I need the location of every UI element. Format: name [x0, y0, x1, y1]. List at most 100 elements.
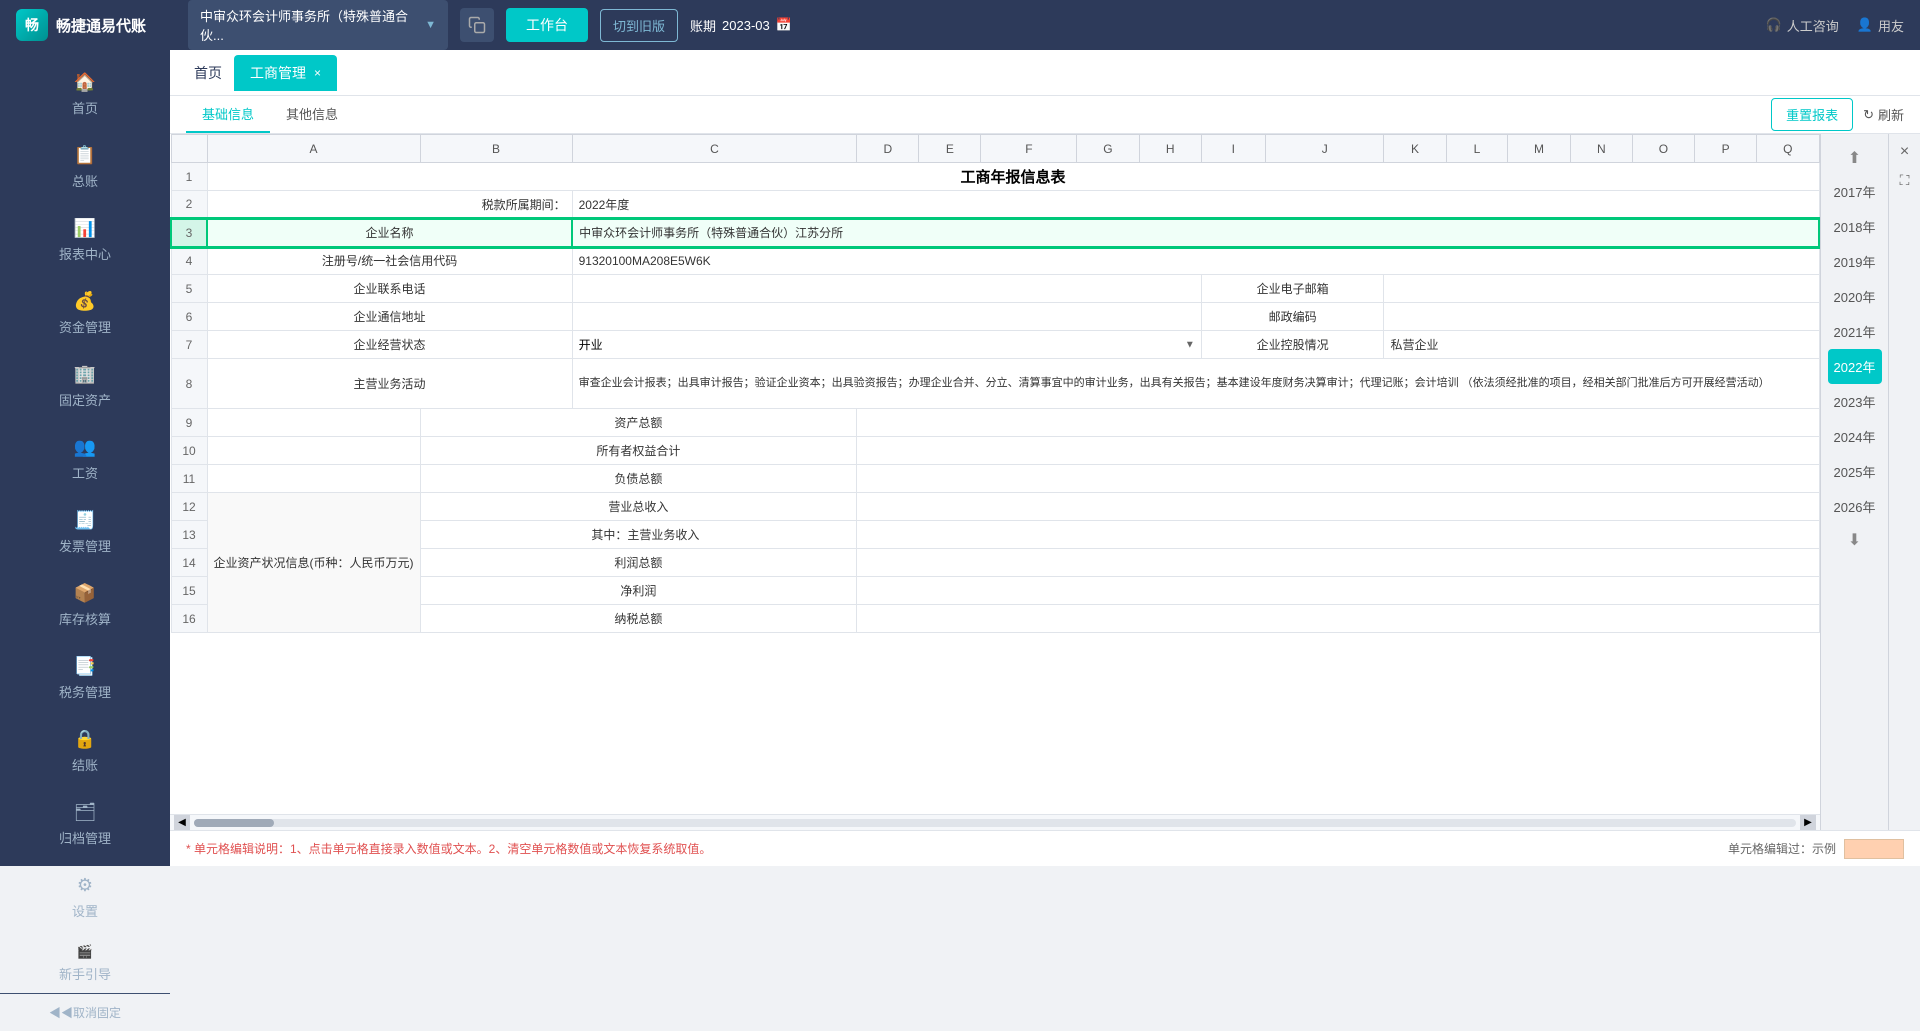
year-item-2019[interactable]: 2019年	[1828, 244, 1882, 279]
cell-8-business[interactable]: 审查企业会计报表；出具审计报告；验证企业资本；出具验资报告；办理企业合并、分立、…	[572, 359, 1819, 409]
sidebar-label-fixed-assets: 固定资产	[59, 390, 111, 409]
cell-7-control[interactable]: 私营企业	[1384, 331, 1819, 359]
scroll-right-button[interactable]: ▶	[1800, 815, 1816, 831]
cell-7-status[interactable]: 开业 ▼	[572, 331, 1201, 359]
user-area[interactable]: 👤 用友	[1857, 16, 1904, 35]
col-header-C[interactable]: C	[572, 135, 857, 163]
cell-3-value[interactable]: 中审众环会计师事务所（特殊普通合伙）江苏分所	[572, 219, 1819, 247]
year-panel-inner: ⬆ 2017年 2018年 2019年 2020年 2021年 2022年 20…	[1821, 134, 1888, 830]
cancel-fixed-button[interactable]: ◀◀取消固定	[0, 993, 170, 1031]
sub-tab-other-info[interactable]: 其他信息	[270, 96, 354, 133]
bottom-scrollbar[interactable]: ◀ ▶	[170, 814, 1820, 830]
workbench-button[interactable]: 工作台	[506, 8, 588, 42]
refresh-button[interactable]: ↻ 刷新	[1863, 105, 1904, 124]
sub-tab-basic-info[interactable]: 基础信息	[186, 96, 270, 133]
year-nav-up-button[interactable]: ⬆	[1828, 142, 1882, 174]
year-item-2024[interactable]: 2024年	[1828, 419, 1882, 454]
table-row: 8 主营业务活动 审查企业会计报表；出具审计报告；验证企业资本；出具验资报告；办…	[171, 359, 1819, 409]
calendar-icon[interactable]: 📅	[776, 17, 792, 33]
cell-12-value[interactable]	[857, 493, 1819, 521]
year-item-2017[interactable]: 2017年	[1828, 174, 1882, 209]
reset-report-button[interactable]: 重置报表	[1771, 98, 1853, 131]
sidebar-item-fixed-assets[interactable]: 🏢 固定资产	[0, 350, 170, 423]
cell-4-value[interactable]: 91320100MA208E5W6K	[572, 247, 1819, 275]
col-header-O[interactable]: O	[1632, 135, 1694, 163]
cell-6-postcode[interactable]	[1384, 303, 1819, 331]
sidebar-item-archive[interactable]: 🗂 归档管理	[0, 788, 170, 861]
cell-9-a	[207, 409, 420, 437]
close-window-button[interactable]: ×	[1893, 140, 1917, 164]
col-header-I[interactable]: I	[1201, 135, 1265, 163]
expand-window-button[interactable]: ⛶	[1893, 168, 1917, 192]
cell-2-value[interactable]: 2022年度	[572, 191, 1819, 219]
col-header-N[interactable]: N	[1570, 135, 1632, 163]
cell-6-label1: 企业通信地址	[207, 303, 572, 331]
col-header-P[interactable]: P	[1695, 135, 1757, 163]
col-header-L[interactable]: L	[1446, 135, 1508, 163]
sidebar-label-closing: 结账	[72, 755, 98, 774]
year-item-2025[interactable]: 2025年	[1828, 454, 1882, 489]
cell-15-value[interactable]	[857, 577, 1819, 605]
col-header-Q[interactable]: Q	[1757, 135, 1819, 163]
title-cell[interactable]: 工商年报信息表	[207, 163, 1819, 191]
year-panel: ⬆ 2017年 2018年 2019年 2020年 2021年 2022年 20…	[1820, 134, 1888, 830]
horizontal-scroll-thumb[interactable]	[194, 819, 274, 827]
spreadsheet-scroll[interactable]: A B C D E F G H I J	[170, 134, 1820, 814]
new-user-guide-button[interactable]: 🎬 新手引导	[0, 934, 170, 993]
cell-9-value[interactable]	[857, 409, 1819, 437]
sidebar-item-settings[interactable]: ⚙ 设置	[0, 861, 170, 934]
sidebar-item-fund-management[interactable]: 💰 资金管理	[0, 277, 170, 350]
col-header-M[interactable]: M	[1508, 135, 1570, 163]
cell-5-phone[interactable]	[572, 275, 1201, 303]
col-header-A[interactable]: A	[207, 135, 420, 163]
old-version-button[interactable]: 切到旧版	[600, 9, 678, 42]
col-header-G[interactable]: G	[1077, 135, 1139, 163]
cell-5-email[interactable]	[1384, 275, 1819, 303]
sidebar-bottom: 🎬 新手引导 ◀◀取消固定	[0, 934, 170, 1031]
col-header-F[interactable]: F	[981, 135, 1077, 163]
user-label: 用友	[1878, 16, 1904, 35]
sidebar-item-report-center[interactable]: 📊 报表中心	[0, 204, 170, 277]
sidebar-item-general-ledger[interactable]: 📋 总账	[0, 131, 170, 204]
copy-button[interactable]	[460, 8, 494, 42]
new-user-icon: 🎬	[77, 944, 93, 960]
year-item-2022[interactable]: 2022年	[1828, 349, 1882, 384]
cell-10-a	[207, 437, 420, 465]
company-selector[interactable]: 中审众环会计师事务所（特殊普通合伙... ▼	[188, 0, 448, 50]
row-num-14: 14	[171, 549, 207, 577]
cell-13-value[interactable]	[857, 521, 1819, 549]
period-value: 2023-03	[722, 18, 770, 33]
year-nav-down-button[interactable]: ⬇	[1828, 524, 1882, 556]
invoice-icon: 🧾	[74, 510, 96, 531]
col-header-B[interactable]: B	[420, 135, 572, 163]
sidebar-item-home[interactable]: 🏠 首页	[0, 58, 170, 131]
year-item-2026[interactable]: 2026年	[1828, 489, 1882, 524]
col-header-J[interactable]: J	[1265, 135, 1384, 163]
tab-close-icon[interactable]: ×	[314, 66, 321, 80]
cell-11-value[interactable]	[857, 465, 1819, 493]
col-header-H[interactable]: H	[1139, 135, 1201, 163]
sub-tabs: 基础信息 其他信息	[186, 96, 354, 133]
tab-industrial-commerce[interactable]: 工商管理 ×	[234, 55, 337, 91]
cell-6-address[interactable]	[572, 303, 1201, 331]
spreadsheet-section: A B C D E F G H I J	[170, 134, 1820, 830]
year-item-2023[interactable]: 2023年	[1828, 384, 1882, 419]
year-item-2021[interactable]: 2021年	[1828, 314, 1882, 349]
sidebar-item-tax-management[interactable]: 📑 税务管理	[0, 642, 170, 715]
sidebar-item-closing[interactable]: 🔒 结账	[0, 715, 170, 788]
sidebar-item-inventory[interactable]: 📦 库存核算	[0, 569, 170, 642]
cell-14-value[interactable]	[857, 549, 1819, 577]
consult-button[interactable]: 🎧 人工咨询	[1766, 16, 1839, 35]
horizontal-scroll-track[interactable]	[194, 819, 1796, 827]
col-header-D[interactable]: D	[857, 135, 919, 163]
cell-16-value[interactable]	[857, 605, 1819, 633]
col-header-E[interactable]: E	[919, 135, 981, 163]
col-header-K[interactable]: K	[1384, 135, 1446, 163]
cell-10-value[interactable]	[857, 437, 1819, 465]
year-item-2018[interactable]: 2018年	[1828, 209, 1882, 244]
sidebar-item-payroll[interactable]: 👥 工资	[0, 423, 170, 496]
scroll-left-button[interactable]: ◀	[174, 815, 190, 831]
tab-home[interactable]: 首页	[186, 63, 230, 83]
sidebar-item-invoice-management[interactable]: 🧾 发票管理	[0, 496, 170, 569]
year-item-2020[interactable]: 2020年	[1828, 279, 1882, 314]
